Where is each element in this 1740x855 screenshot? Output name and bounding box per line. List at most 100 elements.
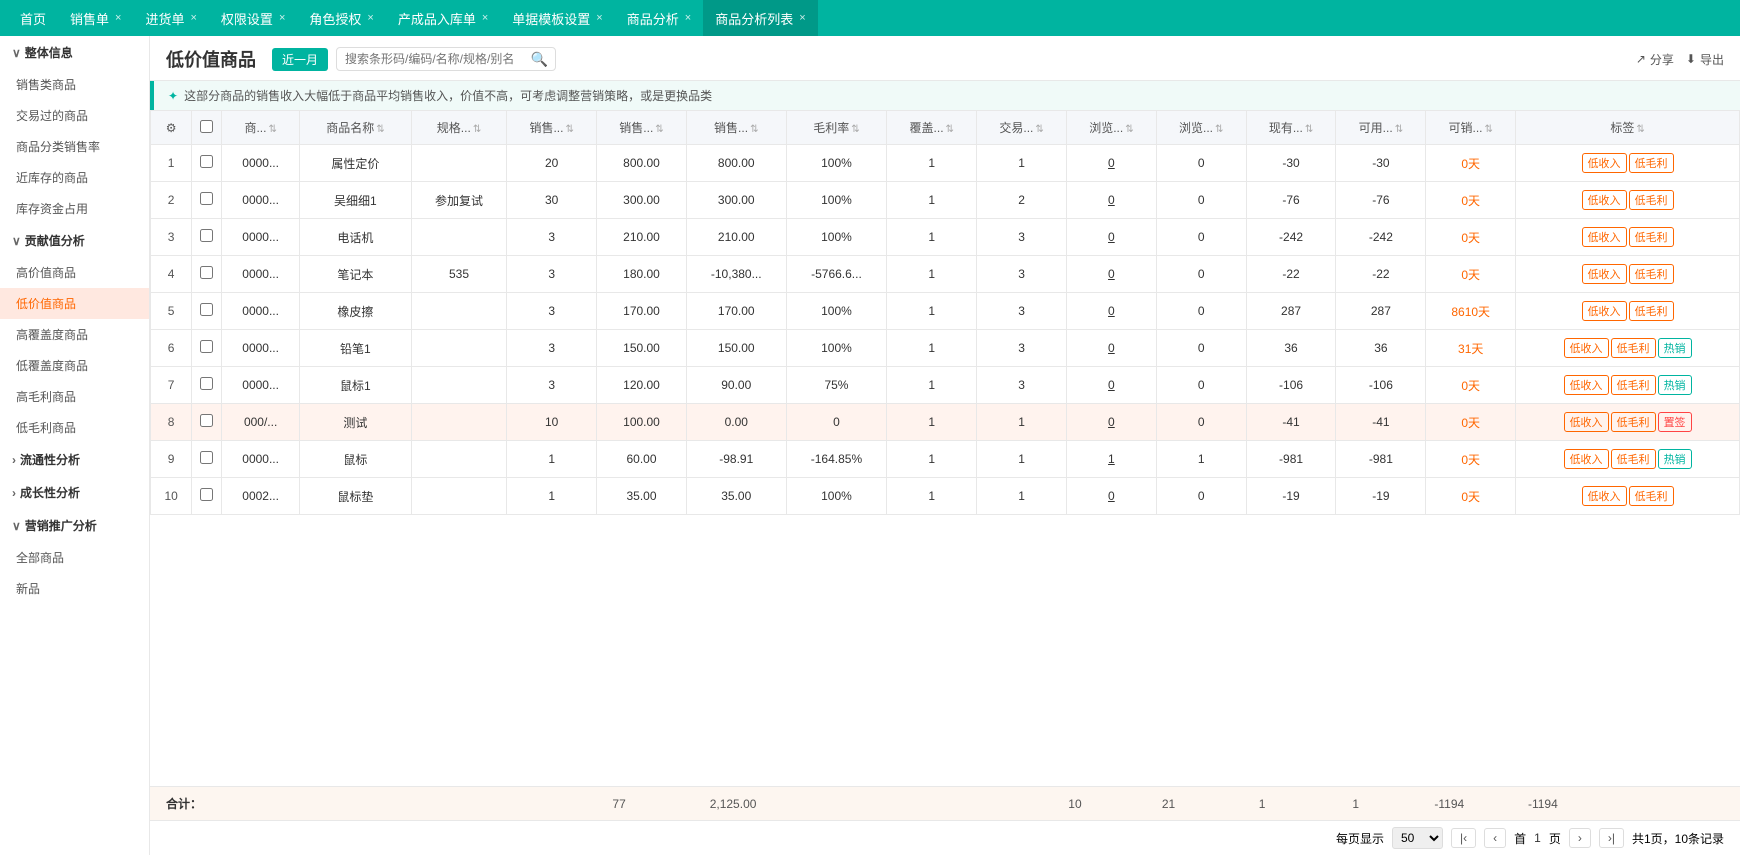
table-row: 90000...鼠标160.00-98.91-164.85%1111-981-9… bbox=[151, 441, 1740, 478]
checkbox-col-header bbox=[192, 111, 222, 145]
view1-col-header[interactable]: 浏览...⇅ bbox=[1066, 111, 1156, 145]
margin-col-header[interactable]: 毛利率⇅ bbox=[786, 111, 887, 145]
row-checkbox-9[interactable] bbox=[192, 478, 222, 515]
nav-item-permissions[interactable]: 权限设置× bbox=[209, 0, 297, 36]
sidebar-item-near-inventory[interactable]: 近库存的商品 bbox=[0, 162, 149, 193]
spec-col-header[interactable]: 规格...⇅ bbox=[411, 111, 506, 145]
sidebar-group-成长性分析[interactable]: ›成长性分析 bbox=[0, 476, 149, 509]
sidebar-group-营销推广分析[interactable]: ∨营销推广分析 bbox=[0, 509, 149, 542]
sales-count-col-header[interactable]: 销售...⇅ bbox=[507, 111, 597, 145]
next-page-button[interactable]: › bbox=[1569, 828, 1591, 848]
row-checkbox-5[interactable] bbox=[192, 330, 222, 367]
filter-button[interactable]: 近一月 bbox=[272, 48, 328, 71]
nav-close-sales[interactable]: × bbox=[115, 12, 121, 24]
group-arrow: ∨ bbox=[12, 46, 21, 60]
row-checkbox-7[interactable] bbox=[192, 404, 222, 441]
row-view1-1[interactable]: 0 bbox=[1066, 182, 1156, 219]
table-header-row: ⚙ 商...⇅ 商品名称⇅ 规格...⇅ 销售...⇅ 销售...⇅ 销售...… bbox=[151, 111, 1740, 145]
row-view1-5[interactable]: 0 bbox=[1066, 330, 1156, 367]
sidebar-item-inventory-funds[interactable]: 库存资金占用 bbox=[0, 193, 149, 224]
row-num-4: 5 bbox=[151, 293, 192, 330]
nav-item-sales[interactable]: 销售单× bbox=[58, 0, 133, 36]
prev-page-button[interactable]: ‹ bbox=[1484, 828, 1506, 848]
sidebar-item-sales-goods[interactable]: 销售类商品 bbox=[0, 69, 149, 100]
nav-close-roles[interactable]: × bbox=[367, 12, 373, 24]
sidebar-item-traded-goods[interactable]: 交易过的商品 bbox=[0, 100, 149, 131]
select-all-checkbox[interactable] bbox=[200, 120, 213, 133]
row-checkbox-8[interactable] bbox=[192, 441, 222, 478]
current-col-header[interactable]: 现有...⇅ bbox=[1246, 111, 1336, 145]
row-trade-5: 3 bbox=[977, 330, 1067, 367]
sidebar-item-new-goods[interactable]: 新品 bbox=[0, 573, 149, 604]
row-num-1: 2 bbox=[151, 182, 192, 219]
last-page-button[interactable]: ›| bbox=[1599, 828, 1624, 848]
tags-col-header[interactable]: 标签⇅ bbox=[1516, 111, 1740, 145]
row-spec-3: 535 bbox=[411, 256, 506, 293]
sidebar-group-流通性分析[interactable]: ›流通性分析 bbox=[0, 443, 149, 476]
sidebar-item-low-value[interactable]: 低价值商品 bbox=[0, 288, 149, 319]
sidebar-item-low-profit[interactable]: 低毛利商品 bbox=[0, 412, 149, 443]
row-view1-4[interactable]: 0 bbox=[1066, 293, 1156, 330]
nav-close-inventory[interactable]: × bbox=[482, 12, 488, 24]
sidebar-item-high-profit[interactable]: 高毛利商品 bbox=[0, 381, 149, 412]
sidebar-item-low-coverage[interactable]: 低覆盖度商品 bbox=[0, 350, 149, 381]
row-coverage-3: 1 bbox=[887, 256, 977, 293]
nav-close-permissions[interactable]: × bbox=[279, 12, 285, 24]
nav-item-roles[interactable]: 角色授权× bbox=[297, 0, 385, 36]
nav-item-inventory[interactable]: 产成品入库单× bbox=[386, 0, 500, 36]
row-checkbox-4[interactable] bbox=[192, 293, 222, 330]
sales-price-col-header[interactable]: 销售...⇅ bbox=[686, 111, 786, 145]
nav-item-home[interactable]: 首页 bbox=[8, 0, 58, 36]
available-col-header[interactable]: 可用...⇅ bbox=[1336, 111, 1426, 145]
row-sales-count-6: 3 bbox=[507, 367, 597, 404]
nav-close-template[interactable]: × bbox=[596, 12, 602, 24]
page-size-select[interactable]: 50 100 200 bbox=[1392, 827, 1443, 849]
row-checkbox-6[interactable] bbox=[192, 367, 222, 404]
coverage-col-header[interactable]: 覆盖...⇅ bbox=[887, 111, 977, 145]
row-name-0: 属性定价 bbox=[300, 145, 412, 182]
row-view1-0[interactable]: 0 bbox=[1066, 145, 1156, 182]
row-view1-6[interactable]: 0 bbox=[1066, 367, 1156, 404]
tag-低收入: 低收入 bbox=[1564, 338, 1609, 358]
row-view1-7[interactable]: 0 bbox=[1066, 404, 1156, 441]
row-sales-price-8: -98.91 bbox=[686, 441, 786, 478]
row-view1-2[interactable]: 0 bbox=[1066, 219, 1156, 256]
row-checkbox-3[interactable] bbox=[192, 256, 222, 293]
nav-close-analysis-list[interactable]: × bbox=[799, 12, 805, 24]
export-button[interactable]: ⬇ 导出 bbox=[1686, 51, 1724, 68]
nav-item-analysis[interactable]: 商品分析× bbox=[615, 0, 703, 36]
sidebar-item-category-sales-rate[interactable]: 商品分类销售率 bbox=[0, 131, 149, 162]
sidebar-item-high-value[interactable]: 高价值商品 bbox=[0, 257, 149, 288]
row-tags-1: 低收入低毛利 bbox=[1516, 182, 1740, 219]
row-checkbox-2[interactable] bbox=[192, 219, 222, 256]
nav-item-template[interactable]: 单据模板设置× bbox=[500, 0, 614, 36]
row-checkbox-0[interactable] bbox=[192, 145, 222, 182]
sidebar-group-贡献值分析[interactable]: ∨贡献值分析 bbox=[0, 224, 149, 257]
trade-col-header[interactable]: 交易...⇅ bbox=[977, 111, 1067, 145]
code-col-header[interactable]: 商...⇅ bbox=[222, 111, 300, 145]
first-page-button[interactable]: |‹ bbox=[1451, 828, 1476, 848]
tag-低收入: 低收入 bbox=[1564, 375, 1609, 395]
sidebar-group-整体信息[interactable]: ∨整体信息 bbox=[0, 36, 149, 69]
nav-item-analysis-list[interactable]: 商品分析列表× bbox=[703, 0, 817, 36]
search-input[interactable] bbox=[336, 47, 556, 71]
sales-amount-col-header[interactable]: 销售...⇅ bbox=[597, 111, 687, 145]
row-view1-8[interactable]: 1 bbox=[1066, 441, 1156, 478]
footer-available: -1194 bbox=[1496, 797, 1590, 811]
row-view1-9[interactable]: 0 bbox=[1066, 478, 1156, 515]
nav-item-purchase[interactable]: 进货单× bbox=[133, 0, 208, 36]
row-sales-price-1: 300.00 bbox=[686, 182, 786, 219]
row-view1-3[interactable]: 0 bbox=[1066, 256, 1156, 293]
sellable-col-header[interactable]: 可销...⇅ bbox=[1426, 111, 1516, 145]
row-available-6: -106 bbox=[1336, 367, 1426, 404]
sidebar-item-all-goods[interactable]: 全部商品 bbox=[0, 542, 149, 573]
nav-close-purchase[interactable]: × bbox=[190, 12, 196, 24]
share-button[interactable]: ↗ 分享 bbox=[1636, 51, 1674, 68]
row-checkbox-1[interactable] bbox=[192, 182, 222, 219]
nav-close-analysis[interactable]: × bbox=[685, 12, 691, 24]
settings-col-header[interactable]: ⚙ bbox=[151, 111, 192, 145]
sidebar-item-high-coverage[interactable]: 高覆盖度商品 bbox=[0, 319, 149, 350]
view2-col-header[interactable]: 浏览...⇅ bbox=[1156, 111, 1246, 145]
row-sales-count-1: 30 bbox=[507, 182, 597, 219]
name-col-header[interactable]: 商品名称⇅ bbox=[300, 111, 412, 145]
